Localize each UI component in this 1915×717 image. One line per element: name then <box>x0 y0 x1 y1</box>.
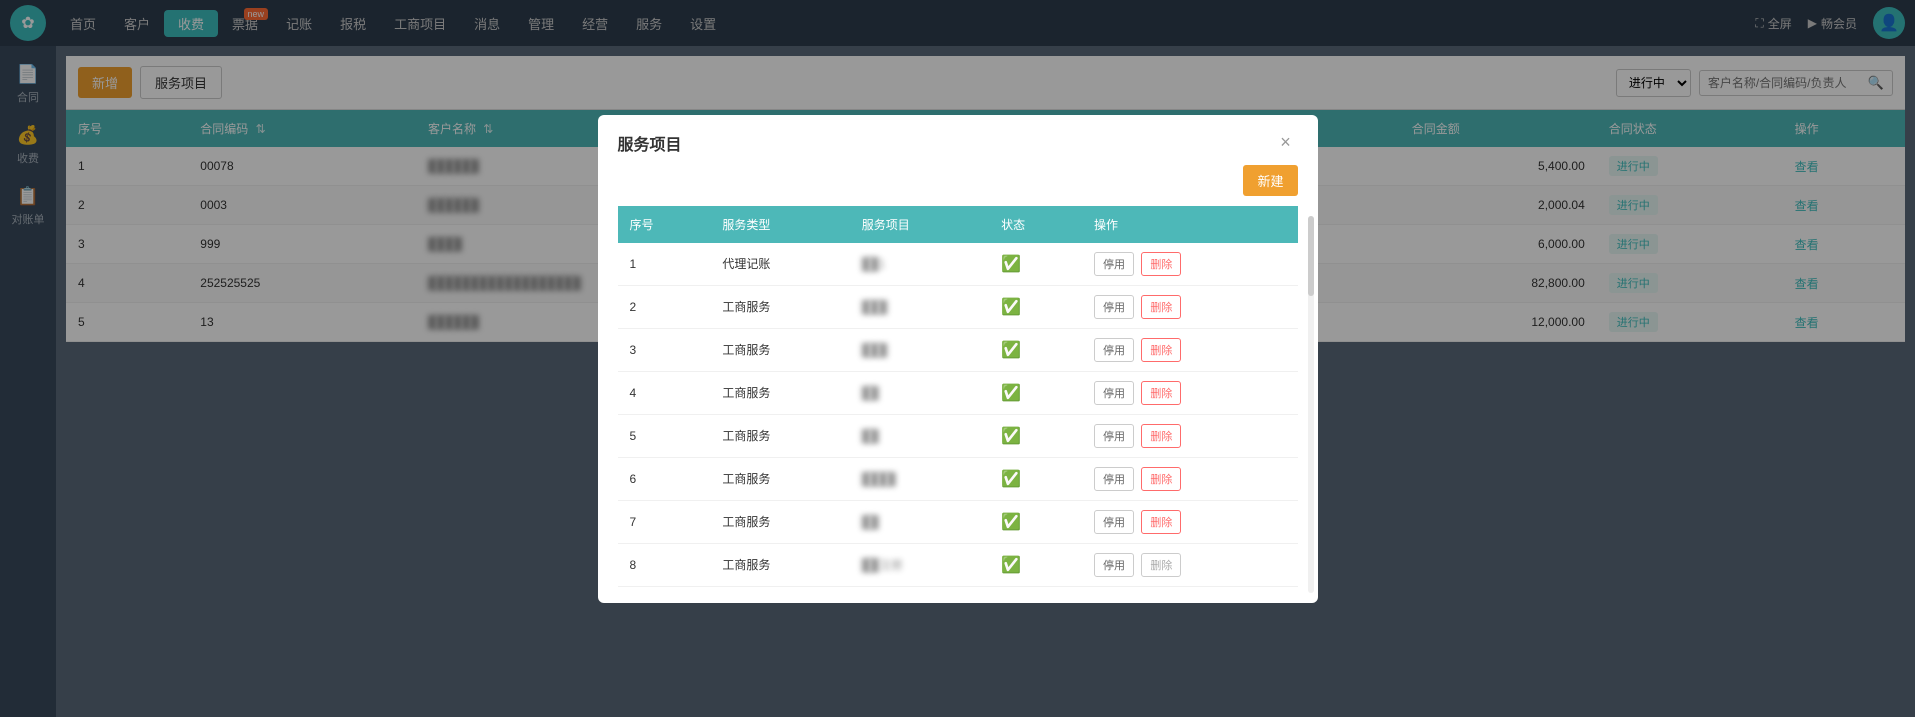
dcell-item: ████ <box>850 457 989 500</box>
service-table: 序号 服务类型 服务项目 状态 操作 1 代理记账 ██1 ✅ 停用 删除 2 … <box>618 206 1298 587</box>
dcol-seq: 序号 <box>618 206 711 243</box>
dcell-type: 工商服务 <box>710 328 849 371</box>
dcell-seq: 2 <box>618 285 711 328</box>
dcol-item: 服务项目 <box>850 206 989 243</box>
status-check-icon: ✅ <box>1001 428 1021 445</box>
dcell-action: 停用 删除 <box>1082 243 1298 286</box>
dcell-status: ✅ <box>989 243 1082 286</box>
delete-button[interactable]: 删除 <box>1141 467 1181 491</box>
status-check-icon: ✅ <box>1001 299 1021 316</box>
dcell-item: ██ <box>850 371 989 414</box>
dialog-table-row: 7 工商服务 ██ ✅ 停用 删除 <box>618 500 1298 543</box>
dcol-status: 状态 <box>989 206 1082 243</box>
dialog-table-row: 8 工商服务 ██注册 ✅ 停用 删除 <box>618 543 1298 586</box>
delete-button[interactable]: 删除 <box>1141 338 1181 362</box>
dcell-item: ██ <box>850 500 989 543</box>
dialog-table-row: 3 工商服务 ███ ✅ 停用 删除 <box>618 328 1298 371</box>
dialog-table-row: 6 工商服务 ████ ✅ 停用 删除 <box>618 457 1298 500</box>
dialog-table-row: 4 工商服务 ██ ✅ 停用 删除 <box>618 371 1298 414</box>
modal-overlay[interactable]: 服务项目 × 新建 序号 服务类型 服务项目 状态 操作 1 代理记账 <box>0 0 1915 717</box>
dcell-seq: 1 <box>618 243 711 286</box>
dcell-seq: 8 <box>618 543 711 586</box>
stop-button[interactable]: 停用 <box>1094 252 1134 276</box>
stop-button[interactable]: 停用 <box>1094 467 1134 491</box>
dcell-type: 工商服务 <box>710 500 849 543</box>
dcell-item: ██ <box>850 414 989 457</box>
dcell-action: 停用 删除 <box>1082 371 1298 414</box>
scrollbar-track <box>1308 216 1314 593</box>
dcell-status: ✅ <box>989 371 1082 414</box>
dialog-close-button[interactable]: × <box>1274 131 1298 155</box>
stop-button[interactable]: 停用 <box>1094 510 1134 534</box>
dcell-action: 停用 删除 <box>1082 328 1298 371</box>
delete-button[interactable]: 删除 <box>1141 381 1181 405</box>
scrollbar-thumb[interactable] <box>1308 216 1314 296</box>
dcell-action: 停用 删除 <box>1082 500 1298 543</box>
status-check-icon: ✅ <box>1001 471 1021 488</box>
dcell-seq: 6 <box>618 457 711 500</box>
dcell-status: ✅ <box>989 457 1082 500</box>
dcell-type: 工商服务 <box>710 371 849 414</box>
dcell-item: ███ <box>850 285 989 328</box>
dcell-status: ✅ <box>989 414 1082 457</box>
dcol-type: 服务类型 <box>710 206 849 243</box>
dcell-seq: 5 <box>618 414 711 457</box>
dcell-status: ✅ <box>989 543 1082 586</box>
dcell-type: 工商服务 <box>710 543 849 586</box>
service-dialog: 服务项目 × 新建 序号 服务类型 服务项目 状态 操作 1 代理记账 <box>598 115 1318 603</box>
dialog-header: 服务项目 × <box>598 115 1318 165</box>
dialog-table-row: 5 工商服务 ██ ✅ 停用 删除 <box>618 414 1298 457</box>
dialog-body: 序号 服务类型 服务项目 状态 操作 1 代理记账 ██1 ✅ 停用 删除 2 … <box>598 206 1318 603</box>
status-check-icon: ✅ <box>1001 514 1021 531</box>
dcell-status: ✅ <box>989 285 1082 328</box>
dcell-seq: 3 <box>618 328 711 371</box>
dcell-item: ██1 <box>850 243 989 286</box>
dcell-action: 停用 删除 <box>1082 457 1298 500</box>
dcell-action: 停用 删除 <box>1082 543 1298 586</box>
dialog-table-body: 1 代理记账 ██1 ✅ 停用 删除 2 工商服务 ███ ✅ 停用 删除 3 … <box>618 243 1298 587</box>
dcell-seq: 4 <box>618 371 711 414</box>
dialog-table-header: 序号 服务类型 服务项目 状态 操作 <box>618 206 1298 243</box>
dcell-type: 工商服务 <box>710 285 849 328</box>
dcell-item: ██注册 <box>850 543 989 586</box>
status-check-icon: ✅ <box>1001 557 1021 574</box>
dialog-new-button[interactable]: 新建 <box>1243 165 1297 196</box>
delete-button-disabled[interactable]: 删除 <box>1141 553 1181 577</box>
dcell-type: 工商服务 <box>710 414 849 457</box>
dialog-table-row: 1 代理记账 ██1 ✅ 停用 删除 <box>618 243 1298 286</box>
dcell-seq: 7 <box>618 500 711 543</box>
dialog-toolbar: 新建 <box>598 165 1318 206</box>
stop-button[interactable]: 停用 <box>1094 295 1134 319</box>
dcell-item: ███ <box>850 328 989 371</box>
dcell-action: 停用 删除 <box>1082 285 1298 328</box>
stop-button[interactable]: 停用 <box>1094 381 1134 405</box>
stop-button[interactable]: 停用 <box>1094 553 1134 577</box>
stop-button[interactable]: 停用 <box>1094 424 1134 448</box>
status-check-icon: ✅ <box>1001 342 1021 359</box>
dcell-status: ✅ <box>989 500 1082 543</box>
dcell-status: ✅ <box>989 328 1082 371</box>
dcell-type: 工商服务 <box>710 457 849 500</box>
stop-button[interactable]: 停用 <box>1094 338 1134 362</box>
status-check-icon: ✅ <box>1001 256 1021 273</box>
dialog-title: 服务项目 <box>618 131 682 155</box>
dcell-action: 停用 删除 <box>1082 414 1298 457</box>
delete-button[interactable]: 删除 <box>1141 252 1181 276</box>
dialog-table-row: 2 工商服务 ███ ✅ 停用 删除 <box>618 285 1298 328</box>
delete-button[interactable]: 删除 <box>1141 424 1181 448</box>
dcol-action: 操作 <box>1082 206 1298 243</box>
status-check-icon: ✅ <box>1001 385 1021 402</box>
dcell-type: 代理记账 <box>710 243 849 286</box>
delete-button[interactable]: 删除 <box>1141 510 1181 534</box>
delete-button[interactable]: 删除 <box>1141 295 1181 319</box>
